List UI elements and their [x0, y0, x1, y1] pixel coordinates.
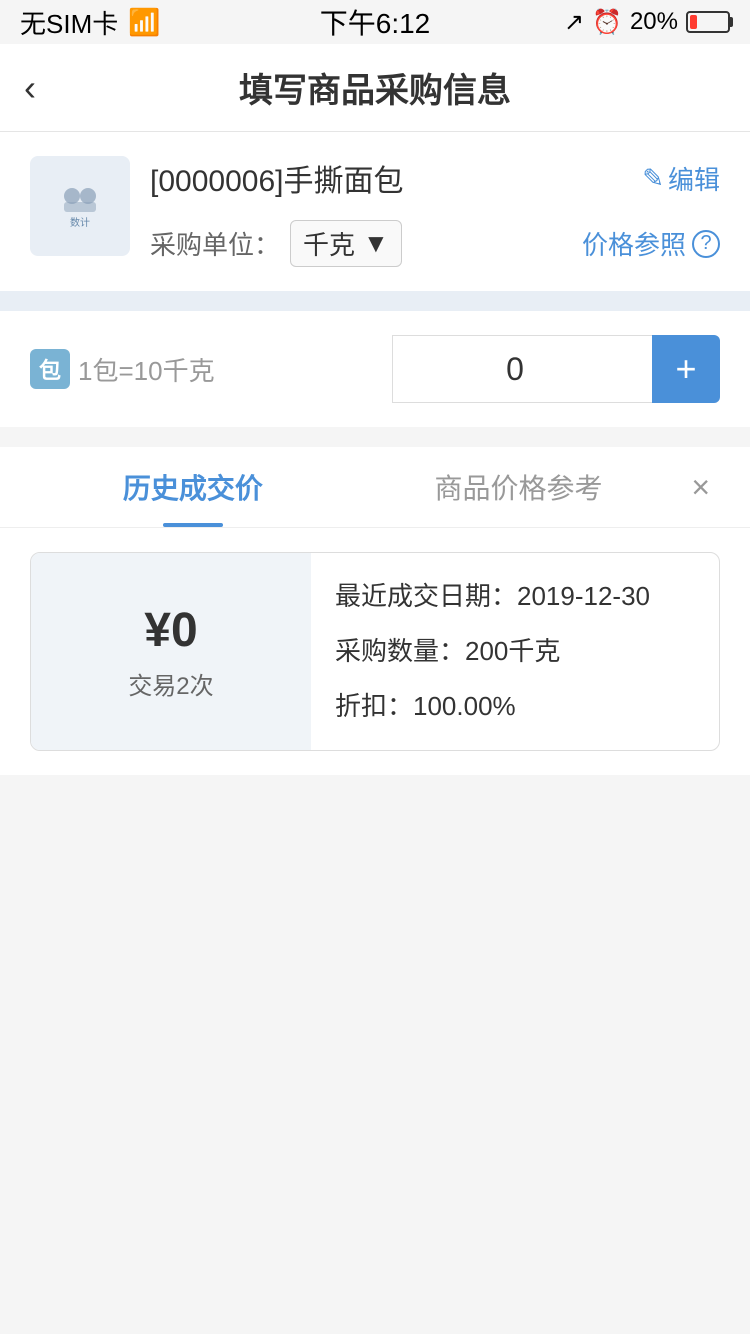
edit-icon: ✎ [642, 163, 664, 194]
recent-date-value: 2019-12-30 [517, 581, 650, 611]
unit-value: 千克 [303, 225, 355, 262]
status-time: 下午6:12 [320, 2, 431, 42]
transaction-discount: 折扣：100.00% [335, 687, 695, 726]
transaction-price: ¥0 [144, 603, 197, 658]
unit-info: 包 1包=10千克 [30, 349, 215, 389]
product-details: [0000006]手撕面包 ✎ 编辑 采购单位： 千克 ▼ 价格参照 ? [150, 156, 720, 267]
product-name: [0000006]手撕面包 [150, 156, 403, 200]
purchase-unit-label: 采购单位： [150, 225, 280, 262]
price-ref-label: 价格参照 [582, 225, 686, 262]
svg-text:数计: 数计 [70, 216, 90, 229]
transaction-recent-date: 最近成交日期：2019-12-30 [335, 577, 695, 616]
status-bar: 无SIM卡 📶 下午6:12 ↗ ⏰ 20% [0, 0, 750, 44]
quantity-input[interactable] [392, 335, 652, 403]
transaction-right: 最近成交日期：2019-12-30 采购数量：200千克 折扣：100.00% [311, 553, 719, 750]
tab-product-price-ref-label: 商品价格参考 [434, 467, 602, 507]
battery-bar [686, 11, 730, 33]
status-right: ↗ ⏰ 20% [564, 8, 730, 37]
page-title: 填写商品采购信息 [239, 63, 511, 112]
purchase-row: 采购单位： 千克 ▼ 价格参照 ? [150, 220, 720, 267]
battery-percent: 20% [630, 8, 678, 36]
quantity-control: + [392, 335, 720, 403]
product-thumbnail: 数计 [30, 156, 130, 256]
purchase-qty-label: 采购数量： [335, 636, 465, 666]
price-ref-help-icon: ? [692, 230, 720, 258]
tab-close-button[interactable]: × [681, 459, 720, 516]
unit-section: 采购单位： 千克 ▼ [150, 220, 402, 267]
carrier-text: 无SIM卡 [20, 4, 118, 41]
purchase-qty-value: 200千克 [465, 636, 560, 666]
tabs-header: 历史成交价 商品价格参考 × [0, 447, 750, 528]
nav-bar: ‹ 填写商品采购信息 [0, 44, 750, 132]
unit-dropdown[interactable]: 千克 ▼ [290, 220, 402, 267]
product-card: 数计 [0000006]手撕面包 ✎ 编辑 采购单位： 千克 ▼ 价格参照 ? [0, 132, 750, 291]
alarm-icon: ⏰ [592, 8, 622, 37]
transaction-purchase-qty: 采购数量：200千克 [335, 632, 695, 671]
transaction-count: 交易2次 [128, 666, 213, 701]
status-left: 无SIM卡 📶 [20, 4, 161, 41]
quantity-row: 包 1包=10千克 + [0, 311, 750, 427]
wifi-icon: 📶 [128, 7, 160, 38]
transaction-list: ¥0 交易2次 最近成交日期：2019-12-30 采购数量：200千克 折扣：… [0, 528, 750, 775]
edit-button[interactable]: ✎ 编辑 [642, 160, 720, 197]
unit-conversion-text: 1包=10千克 [78, 351, 215, 388]
tab-product-price-ref[interactable]: 商品价格参考 [356, 447, 682, 527]
discount-value: 100.00% [413, 691, 516, 721]
product-header-row: [0000006]手撕面包 ✎ 编辑 [150, 156, 720, 200]
edit-label: 编辑 [668, 160, 720, 197]
dropdown-arrow: ▼ [363, 228, 389, 259]
transaction-left: ¥0 交易2次 [31, 553, 311, 750]
discount-label: 折扣： [335, 691, 413, 721]
tabs-container: 历史成交价 商品价格参考 × ¥0 交易2次 最近成交日期：2019-12-30… [0, 447, 750, 775]
battery-fill [690, 15, 697, 29]
back-button[interactable]: ‹ [24, 67, 36, 109]
tab-history-price[interactable]: 历史成交价 [30, 447, 356, 527]
location-icon: ↗ [564, 8, 584, 37]
transaction-card: ¥0 交易2次 最近成交日期：2019-12-30 采购数量：200千克 折扣：… [30, 552, 720, 751]
price-reference-button[interactable]: 价格参照 ? [582, 225, 720, 262]
tab-history-price-label: 历史成交价 [123, 467, 263, 507]
unit-icon-badge: 包 [30, 349, 70, 389]
quantity-plus-button[interactable]: + [652, 335, 720, 403]
recent-date-label: 最近成交日期： [335, 581, 517, 611]
section-divider [0, 291, 750, 311]
